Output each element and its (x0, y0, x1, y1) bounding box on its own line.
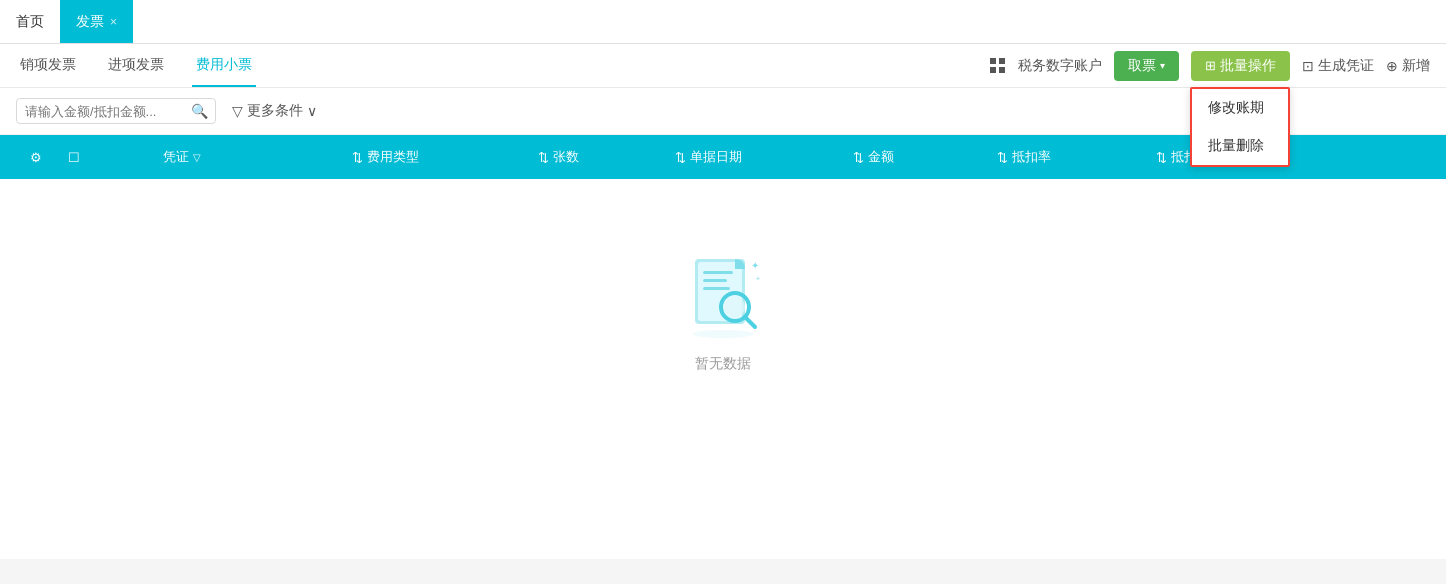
main-content: ✦ ✦ 暂无数据 (0, 179, 1446, 559)
sort-arrows-expense: ⇅ (352, 150, 363, 165)
search-input[interactable] (25, 104, 185, 119)
empty-state: ✦ ✦ 暂无数据 (0, 179, 1446, 433)
tab-expense[interactable]: 费用小票 (192, 44, 256, 87)
sort-arrows-count: ⇅ (538, 150, 549, 165)
sort-arrows-rate: ⇅ (997, 150, 1008, 165)
more-filter-arrow: ∨ (307, 103, 317, 119)
sort-arrows-amount: ⇅ (853, 150, 864, 165)
search-icon: 🔍 (191, 103, 208, 119)
empty-illustration: ✦ ✦ (673, 239, 773, 339)
svg-text:✦: ✦ (751, 260, 759, 271)
svg-rect-5 (703, 287, 730, 290)
sort-arrows-date: ⇅ (675, 150, 686, 165)
qr-icon (990, 58, 1006, 74)
nav-home[interactable]: 首页 (0, 0, 60, 43)
qr-button[interactable] (990, 58, 1006, 74)
th-voucher[interactable]: 凭证 ▽ (92, 148, 272, 166)
svg-point-7 (725, 297, 745, 317)
svg-point-0 (693, 330, 753, 338)
generate-voucher-icon: ⊡ (1302, 58, 1314, 74)
tab-purchase[interactable]: 进项发票 (104, 44, 168, 87)
th-expense-type[interactable]: ⇅ 费用类型 (272, 148, 498, 166)
batch-ops-button[interactable]: ⊞ 批量操作 (1191, 51, 1290, 81)
add-button[interactable]: ⊕ 新增 (1386, 57, 1430, 75)
nav-tab-invoice[interactable]: 发票 × (60, 0, 133, 43)
add-icon: ⊕ (1386, 58, 1398, 74)
batch-ops-wrapper: ⊞ 批量操作 修改账期 批量删除 (1191, 51, 1290, 81)
sub-tabs-bar: 销项发票 进项发票 费用小票 税务数字账户 取票 ▾ ⊞ 批量操作 (0, 44, 1446, 88)
nav-tab-invoice-label: 发票 (76, 13, 104, 31)
search-box[interactable]: 🔍 (16, 98, 216, 124)
filter-icon: ▽ (232, 103, 243, 119)
batch-delete[interactable]: 批量删除 (1192, 127, 1288, 165)
sub-tabs-left: 销项发票 进项发票 费用小票 (16, 44, 256, 87)
sort-arrows-deduct: ⇅ (1156, 150, 1167, 165)
empty-text: 暂无数据 (695, 355, 751, 373)
toolbar-right: 税务数字账户 取票 ▾ ⊞ 批量操作 修改账期 批量删除 ⊡ 生成凭证 (990, 51, 1430, 81)
nav-tab-close-icon[interactable]: × (110, 15, 117, 29)
svg-line-8 (745, 317, 755, 327)
top-nav: 首页 发票 × (0, 0, 1446, 44)
svg-text:✦: ✦ (755, 275, 761, 282)
batch-modify-period[interactable]: 修改账期 (1192, 89, 1288, 127)
svg-rect-3 (703, 271, 733, 274)
th-settings[interactable]: ⚙ (16, 150, 56, 165)
voucher-filter-icon: ▽ (193, 152, 201, 163)
take-invoice-button[interactable]: 取票 ▾ (1114, 51, 1179, 81)
take-invoice-arrow: ▾ (1160, 60, 1165, 71)
th-date[interactable]: ⇅ 单据日期 (618, 148, 798, 166)
batch-ops-icon: ⊞ (1205, 58, 1216, 73)
th-amount[interactable]: ⇅ 金额 (799, 148, 949, 166)
generate-voucher-button[interactable]: ⊡ 生成凭证 (1302, 57, 1374, 75)
tab-sales[interactable]: 销项发票 (16, 44, 80, 87)
th-checkbox[interactable]: ☐ (56, 150, 92, 165)
tax-account-button[interactable]: 税务数字账户 (1018, 57, 1102, 75)
th-rate[interactable]: ⇅ 抵扣率 (949, 148, 1099, 166)
more-filter-button[interactable]: ▽ 更多条件 ∨ (232, 102, 317, 120)
svg-rect-4 (703, 279, 727, 282)
batch-dropdown-menu: 修改账期 批量删除 (1190, 87, 1290, 167)
th-count[interactable]: ⇅ 张数 (498, 148, 618, 166)
